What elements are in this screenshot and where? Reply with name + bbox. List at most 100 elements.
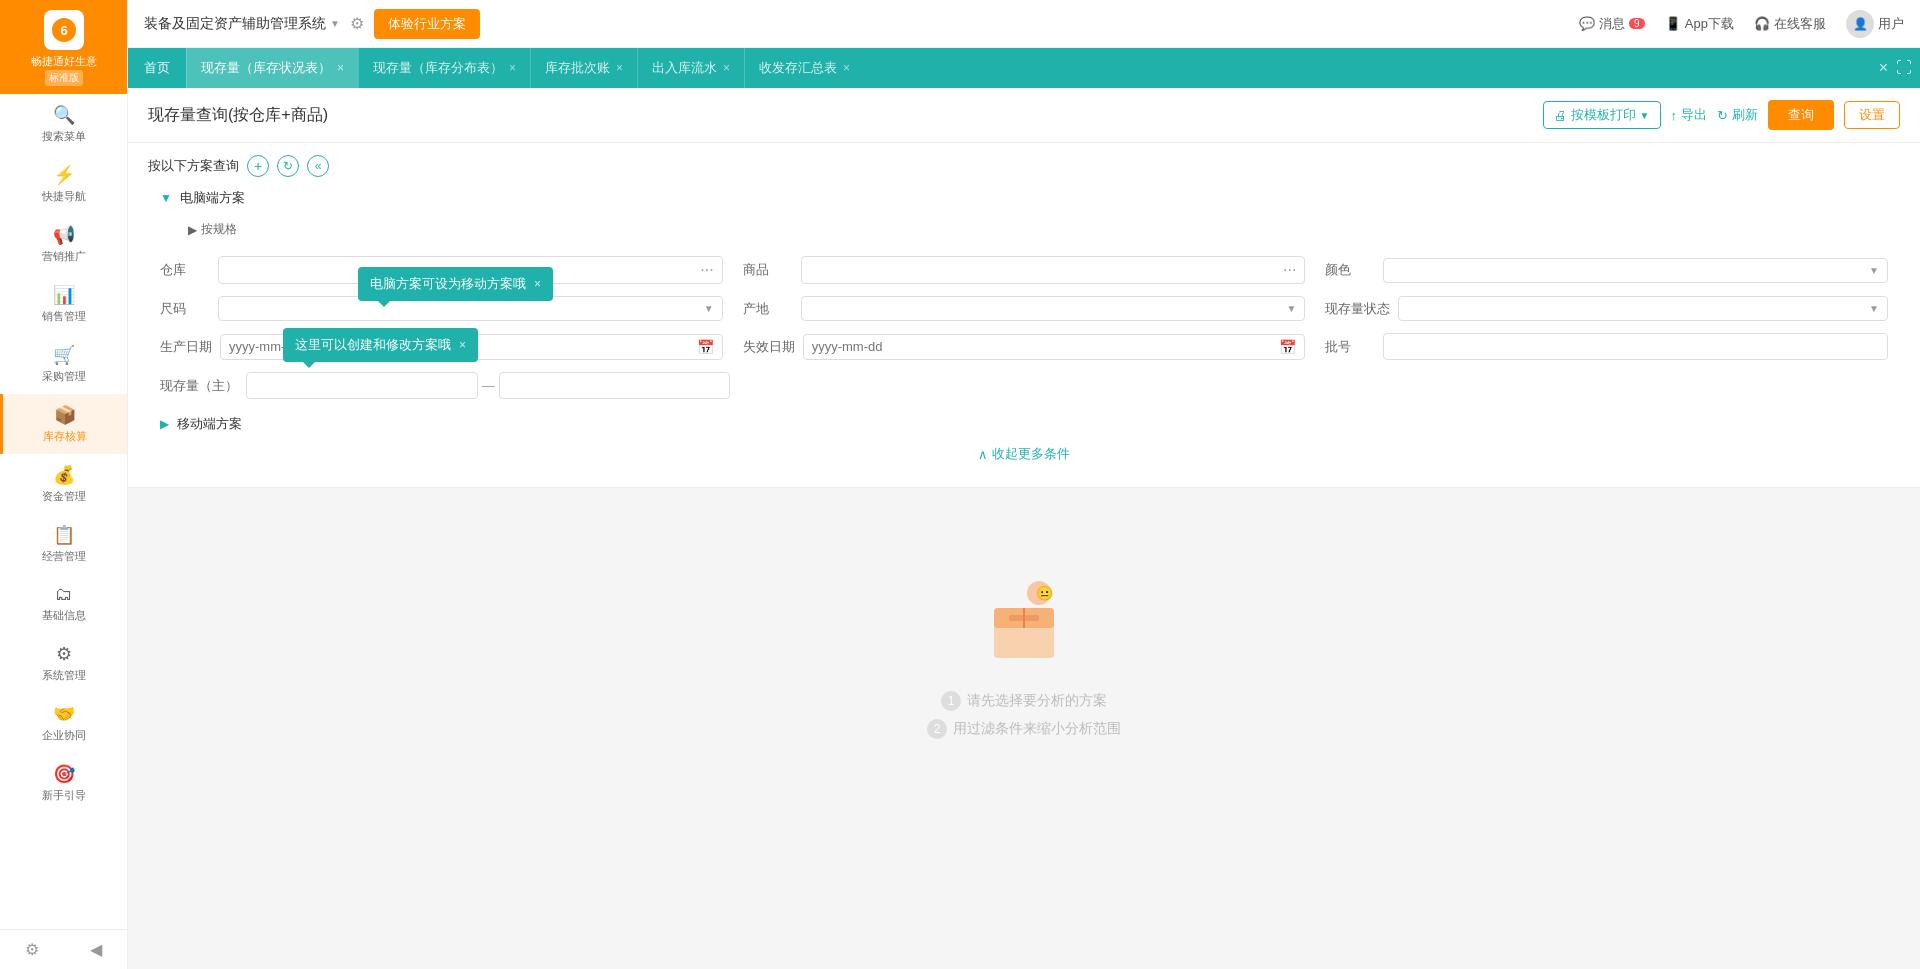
sidebar-item-enterprise[interactable]: 🤝 企业协同 (0, 693, 127, 753)
set-button[interactable]: 设置 (1844, 101, 1900, 129)
stock-status-input[interactable] (1407, 301, 1869, 316)
stock-main-to-input[interactable] (499, 372, 731, 399)
tab-close-all-icon[interactable]: × (1879, 59, 1888, 77)
warehouse-dots-icon[interactable]: ··· (700, 261, 713, 279)
sidebar-item-quick[interactable]: ⚡ 快捷导航 (0, 154, 127, 214)
mobile-scheme-section: ▶ 移动端方案 (148, 415, 1900, 433)
message-action[interactable]: 💬 消息 9 (1579, 15, 1645, 33)
origin-chevron-icon: ▼ (1286, 303, 1296, 314)
goods-input[interactable] (810, 263, 1279, 278)
export-icon: ↑ (1671, 108, 1678, 123)
color-input[interactable] (1392, 263, 1869, 278)
sidebar-item-basic[interactable]: 🗂 基础信息 (0, 574, 127, 633)
header-settings-icon[interactable]: ⚙ (350, 14, 364, 33)
export-button[interactable]: ↑ 导出 (1671, 106, 1708, 124)
sidebar-item-marketing[interactable]: 📢 营销推广 (0, 214, 127, 274)
sidebar-item-inventory[interactable]: 📦 库存核算 (0, 394, 127, 454)
guide-icon: 🎯 (53, 763, 75, 785)
color-chevron-icon: ▼ (1869, 265, 1879, 276)
tab-collect-summary[interactable]: 收发存汇总表 × (744, 48, 864, 88)
desktop-scheme-toggle[interactable]: ▼ (160, 191, 172, 205)
search-main-button[interactable]: 查询 (1768, 100, 1834, 130)
tab-label: 现存量（库存分布表） (373, 59, 503, 77)
sidebar-item-system[interactable]: ⚙ 系统管理 (0, 633, 127, 693)
header-left: 装备及固定资产辅助管理系统 ▼ ⚙ 体验行业方案 (144, 9, 480, 39)
user-action[interactable]: 👤 用户 (1846, 10, 1904, 38)
tooltip1-text: 电脑方案可设为移动方案哦 (370, 275, 526, 293)
filter-back-button[interactable]: « (307, 155, 329, 177)
stock-status-field: 现存量状态 ▼ (1325, 296, 1888, 321)
hint-number-2: 2 (927, 719, 947, 739)
desktop-scheme-row: ▼ 电脑端方案 (160, 189, 1900, 207)
template-print-label: 按模板打印 (1571, 106, 1636, 124)
trial-button[interactable]: 体验行业方案 (374, 9, 480, 39)
marketing-icon: 📢 (53, 224, 75, 246)
sidebar-item-operation[interactable]: 📋 经营管理 (0, 514, 127, 574)
sidebar-item-sales[interactable]: 📊 销售管理 (0, 274, 127, 334)
stock-main-from-input[interactable] (246, 372, 478, 399)
produce-date-label: 生产日期 (160, 338, 212, 356)
tab-inout-flow[interactable]: 出入库流水 × (637, 48, 744, 88)
calendar2-icon[interactable]: 📅 (1279, 339, 1296, 355)
sidebar-item-label: 销售管理 (42, 309, 86, 324)
tab-close-icon[interactable]: × (337, 61, 344, 75)
collapse-footer-btn[interactable]: ◀ (90, 940, 102, 959)
tab-close-icon[interactable]: × (616, 61, 623, 75)
size-input[interactable] (227, 301, 704, 316)
refresh-label: 刷新 (1732, 106, 1758, 124)
tooltip-create-scheme: 这里可以创建和修改方案哦 × (283, 328, 478, 362)
tooltip1-close[interactable]: × (534, 277, 541, 291)
goods-dots-icon[interactable]: ··· (1283, 261, 1296, 279)
stock-main-range: — (246, 372, 730, 399)
tooltip2-text: 这里可以创建和修改方案哦 (295, 336, 451, 354)
range-separator: — (482, 378, 495, 393)
inventory-icon: 📦 (54, 404, 76, 426)
page-header: 现存量查询(按仓库+商品) 🖨 按模板打印 ▼ ↑ 导出 ↻ 刷新 查询 设置 (128, 88, 1920, 143)
online-service-action[interactable]: 🎧 在线客服 (1754, 15, 1826, 33)
tab-bar-actions: × ⛶ (1879, 59, 1920, 77)
settings-footer-btn[interactable]: ⚙ (25, 940, 39, 959)
mobile-scheme-row: ▶ 移动端方案 (160, 415, 1900, 433)
sidebar-item-guide[interactable]: 🎯 新手引导 (0, 753, 127, 813)
desktop-scheme-sub[interactable]: ▶ 按规格 (160, 221, 1900, 238)
quick-icon: ⚡ (53, 164, 75, 186)
color-field: 颜色 ▼ (1325, 256, 1888, 284)
online-service-label: 在线客服 (1774, 15, 1826, 33)
sales-icon: 📊 (53, 284, 75, 306)
sub-bullet: ▶ (188, 223, 197, 237)
calendar-icon[interactable]: 📅 (697, 339, 714, 355)
tab-fullscreen-icon[interactable]: ⛶ (1896, 59, 1912, 77)
tab-close-icon[interactable]: × (509, 61, 516, 75)
origin-input[interactable] (810, 301, 1287, 316)
template-print-button[interactable]: 🖨 按模板打印 ▼ (1543, 101, 1661, 129)
tab-batch-account[interactable]: 库存批次账 × (530, 48, 637, 88)
expire-date-input[interactable] (812, 339, 1276, 354)
sidebar-item-label: 营销推广 (42, 249, 86, 264)
sidebar-item-finance[interactable]: 💰 资金管理 (0, 454, 127, 514)
sidebar-item-label: 系统管理 (42, 668, 86, 683)
sidebar-item-search[interactable]: 🔍 搜索菜单 (0, 94, 127, 154)
svg-rect-5 (1009, 615, 1039, 621)
filter-refresh-button[interactable]: ↻ (277, 155, 299, 177)
export-label: 导出 (1681, 106, 1707, 124)
filter-add-button[interactable]: + (247, 155, 269, 177)
sidebar-logo: 6 畅捷通好生意 标准版 (0, 0, 127, 94)
tab-inventory-dist[interactable]: 现存量（库存分布表） × (358, 48, 530, 88)
mobile-scheme-toggle[interactable]: ▶ (160, 417, 169, 431)
app-download-action[interactable]: 📱 App下载 (1665, 15, 1734, 33)
sidebar-item-purchase[interactable]: 🛒 采购管理 (0, 334, 127, 394)
refresh-button[interactable]: ↻ 刷新 (1717, 106, 1758, 124)
avatar: 👤 (1846, 10, 1874, 38)
collapse-conditions-button[interactable]: ∧ 收起更多条件 (978, 445, 1070, 463)
batch-input[interactable] (1383, 333, 1888, 360)
tab-close-icon[interactable]: × (843, 61, 850, 75)
tab-close-icon[interactable]: × (723, 61, 730, 75)
system-selector[interactable]: 装备及固定资产辅助管理系统 ▼ (144, 15, 340, 33)
tab-home[interactable]: 首页 (128, 48, 186, 88)
sidebar-item-label: 资金管理 (42, 489, 86, 504)
app-download-label: App下载 (1685, 15, 1734, 33)
batch-label: 批号 (1325, 338, 1375, 356)
tab-inventory-status[interactable]: 现存量（库存状况表） × (186, 48, 358, 88)
tooltip2-close[interactable]: × (459, 338, 466, 352)
expire-date-wrapper: 📅 (803, 334, 1306, 360)
